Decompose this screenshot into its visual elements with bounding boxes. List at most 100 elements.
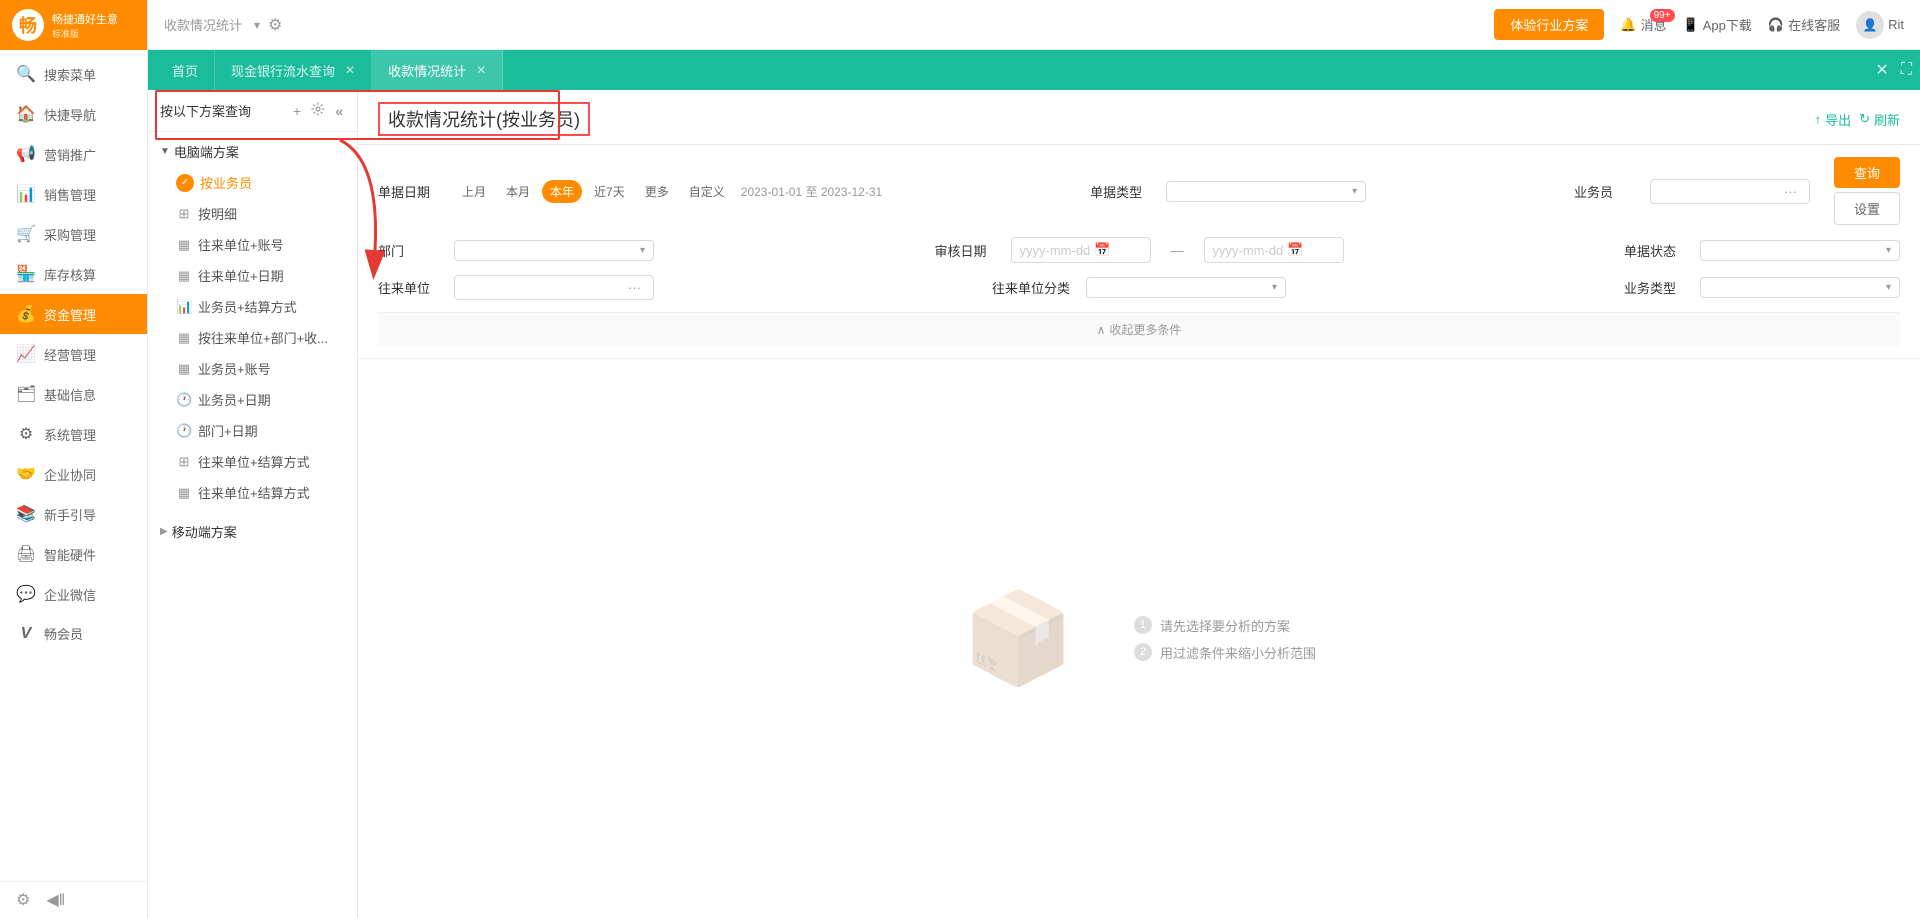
empty-inner: 📦 1 请先选择要分析的方案 2 用过滤条件来缩小分析范围 (962, 586, 1316, 691)
counterpart-more[interactable]: ··· (628, 280, 641, 295)
tree-child-salesperson-settle[interactable]: 📊 业务员+结算方式 (164, 291, 357, 322)
tree-parent-mobile[interactable]: ▶ 移动端方案 (148, 516, 357, 547)
logo-icon: 畅 (12, 9, 44, 41)
tree-child-unit-date[interactable]: ▦ 往来单位+日期 (164, 260, 357, 291)
refresh-button[interactable]: ↻ 刷新 (1859, 110, 1900, 129)
tree-child-salesperson-date[interactable]: 🕐 业务员+日期 (164, 384, 357, 415)
cart-icon: 🛒 (16, 224, 36, 244)
refresh-icon: ↻ (1859, 111, 1870, 127)
active-indicator: ✓ (176, 174, 194, 192)
date-tab-this-year[interactable]: 本年 (542, 180, 582, 203)
sidebar-item-basic[interactable]: 🗂 基础信息 (0, 374, 147, 414)
empty-step-2: 2 用过滤条件来缩小分析范围 (1134, 643, 1316, 662)
tree-child-dept-date[interactable]: 🕐 部门+日期 (164, 415, 357, 446)
sidebar-item-search[interactable]: 🔍 搜索菜单 (0, 54, 147, 94)
sidebar-item-hardware[interactable]: 🖨 智能硬件 (0, 534, 147, 574)
salesperson-select[interactable]: ··· (1650, 179, 1810, 204)
app-download-button[interactable]: 📱 App下载 (1683, 15, 1752, 34)
sidebar-item-wechat[interactable]: 💬 企业微信 (0, 574, 147, 614)
panel-title: 按以下方案查询 (160, 101, 251, 120)
tree-child-salesperson-account[interactable]: ▦ 业务员+账号 (164, 353, 357, 384)
sidebar-collapse-button[interactable]: ◀‖ (46, 890, 65, 910)
filter-area: 单据日期 上月 本月 本年 近7天 更多 自定义 2023-01-01 至 20… (358, 145, 1920, 359)
sidebar-item-system[interactable]: ⚙ 系统管理 (0, 414, 147, 454)
topbar-dropdown-icon[interactable]: ▾ (254, 18, 260, 32)
finance-icon: 💰 (16, 304, 36, 324)
clock-icon: 🕐 (176, 392, 192, 408)
sidebar-item-marketing[interactable]: 📢 营销推广 (0, 134, 147, 174)
step-num-1: 1 (1134, 616, 1152, 634)
review-date-end[interactable]: yyyy-mm-dd 📅 (1204, 237, 1344, 263)
salesperson-more-icon[interactable]: ··· (1784, 184, 1797, 199)
date-tab-this-month[interactable]: 本月 (498, 180, 538, 203)
date-tab-last-month[interactable]: 上月 (454, 180, 494, 203)
table-icon2: ▦ (176, 268, 192, 284)
sidebar: 畅 畅捷通好生意 标准版 🔍 搜索菜单 🏠 快捷导航 📢 营销推广 📊 销售管理… (0, 0, 148, 918)
sidebar-item-member[interactable]: V 畅会员 (0, 614, 147, 653)
panel-add-button[interactable]: + (291, 101, 303, 121)
tree-child-unit-settle1[interactable]: ⊞ 往来单位+结算方式 (164, 446, 357, 477)
voucher-status-select[interactable]: ▾ (1700, 240, 1900, 261)
counterpart-category-select[interactable]: ▾ (1086, 277, 1286, 298)
sidebar-item-purchase[interactable]: 🛒 采购管理 (0, 214, 147, 254)
tab-bank-flow[interactable]: 现金银行流水查询 ✕ (215, 50, 372, 90)
messages-button[interactable]: 🔔 消息 99+ (1620, 15, 1666, 34)
collapse-icon: ∧ (1097, 323, 1106, 337)
counterpart-select[interactable]: ··· (454, 275, 654, 300)
calendar-icon2[interactable]: 📅 (1287, 242, 1303, 258)
sidebar-item-inventory[interactable]: 🏪 库存核算 (0, 254, 147, 294)
dept-label: 部门 (378, 241, 438, 260)
panel-collapse-button[interactable]: « (333, 101, 345, 121)
calendar-icon[interactable]: 📅 (1094, 242, 1110, 258)
date-label: 单据日期 (378, 182, 438, 201)
tree-child-by-detail[interactable]: ⊞ 按明细 (164, 198, 357, 229)
sidebar-item-guide[interactable]: 📚 新手引导 (0, 494, 147, 534)
topbar-settings-icon[interactable]: ⚙ (268, 15, 282, 35)
sidebar-item-quick-nav[interactable]: 🏠 快捷导航 (0, 94, 147, 134)
wechat-icon: 💬 (16, 584, 36, 604)
tree-mobile: ▶ 移动端方案 (148, 512, 357, 551)
panel-settings-button[interactable] (309, 100, 327, 121)
tree-child-by-salesperson[interactable]: ✓ 按业务员 (164, 167, 357, 198)
user-avatar[interactable]: 👤 Rit (1856, 11, 1904, 39)
sidebar-settings-button[interactable]: ⚙ (16, 890, 30, 910)
sidebar-item-sales[interactable]: 📊 销售管理 (0, 174, 147, 214)
tree-child-unit-dept[interactable]: ▦ 按往来单位+部门+收... (164, 322, 357, 353)
tree-child-unit-account[interactable]: ▦ 往来单位+账号 (164, 229, 357, 260)
gear-icon: ⚙ (16, 424, 36, 444)
export-button[interactable]: ↑ 导出 (1815, 110, 1852, 129)
business-type-select[interactable]: ▾ (1700, 277, 1900, 298)
voucher-type-select[interactable]: ▾ (1166, 181, 1366, 202)
handshake-icon: 🤝 (16, 464, 36, 484)
left-panel: 按以下方案查询 + « ▼ 电脑端方案 (148, 90, 358, 918)
customer-service-button[interactable]: 🎧 在线客服 (1768, 15, 1840, 34)
logo-text: 畅捷通好生意 标准版 (52, 11, 118, 40)
sidebar-item-finance[interactable]: 💰 资金管理 (0, 294, 147, 334)
collapse-bar[interactable]: ∧ 收起更多条件 (378, 312, 1900, 346)
window-close-icon[interactable]: ✕ (1875, 60, 1888, 80)
date-tabs: 上月 本月 本年 近7天 更多 自定义 2023-01-01 至 2023-12… (454, 180, 882, 203)
tree-parent-desktop[interactable]: ▼ 电脑端方案 (148, 136, 357, 167)
tab-receipts[interactable]: 收款情况统计 ✕ (372, 50, 503, 90)
date-tab-last-7[interactable]: 近7天 (586, 180, 633, 203)
query-button[interactable]: 查询 (1834, 157, 1900, 188)
sidebar-item-corp[interactable]: 🤝 企业协同 (0, 454, 147, 494)
step-num-2: 2 (1134, 643, 1152, 661)
tab-home[interactable]: 首页 (156, 50, 215, 90)
sidebar-item-operation[interactable]: 📈 经营管理 (0, 334, 147, 374)
tree-child-unit-settle2[interactable]: ▦ 往来单位+结算方式 (164, 477, 357, 508)
empty-state: 📦 1 请先选择要分析的方案 2 用过滤条件来缩小分析范围 (358, 359, 1920, 918)
date-tab-more[interactable]: 更多 (637, 180, 677, 203)
review-date-start[interactable]: yyyy-mm-dd 📅 (1011, 237, 1151, 263)
tab-receipts-close[interactable]: ✕ (476, 63, 486, 77)
trial-button[interactable]: 体验行业方案 (1494, 9, 1604, 40)
settings-button[interactable]: 设置 (1834, 192, 1900, 225)
tab-bank-flow-close[interactable]: ✕ (345, 63, 355, 77)
window-expand-icon[interactable]: ⛶ (1901, 61, 1912, 79)
voucher-status-label: 单据状态 (1624, 241, 1684, 260)
home-icon: 🏠 (16, 104, 36, 124)
book-icon: 📚 (16, 504, 36, 524)
dept-select[interactable]: ▾ (454, 240, 654, 261)
date-tab-custom[interactable]: 自定义 (681, 180, 733, 203)
printer-icon: 🖨 (16, 544, 36, 564)
